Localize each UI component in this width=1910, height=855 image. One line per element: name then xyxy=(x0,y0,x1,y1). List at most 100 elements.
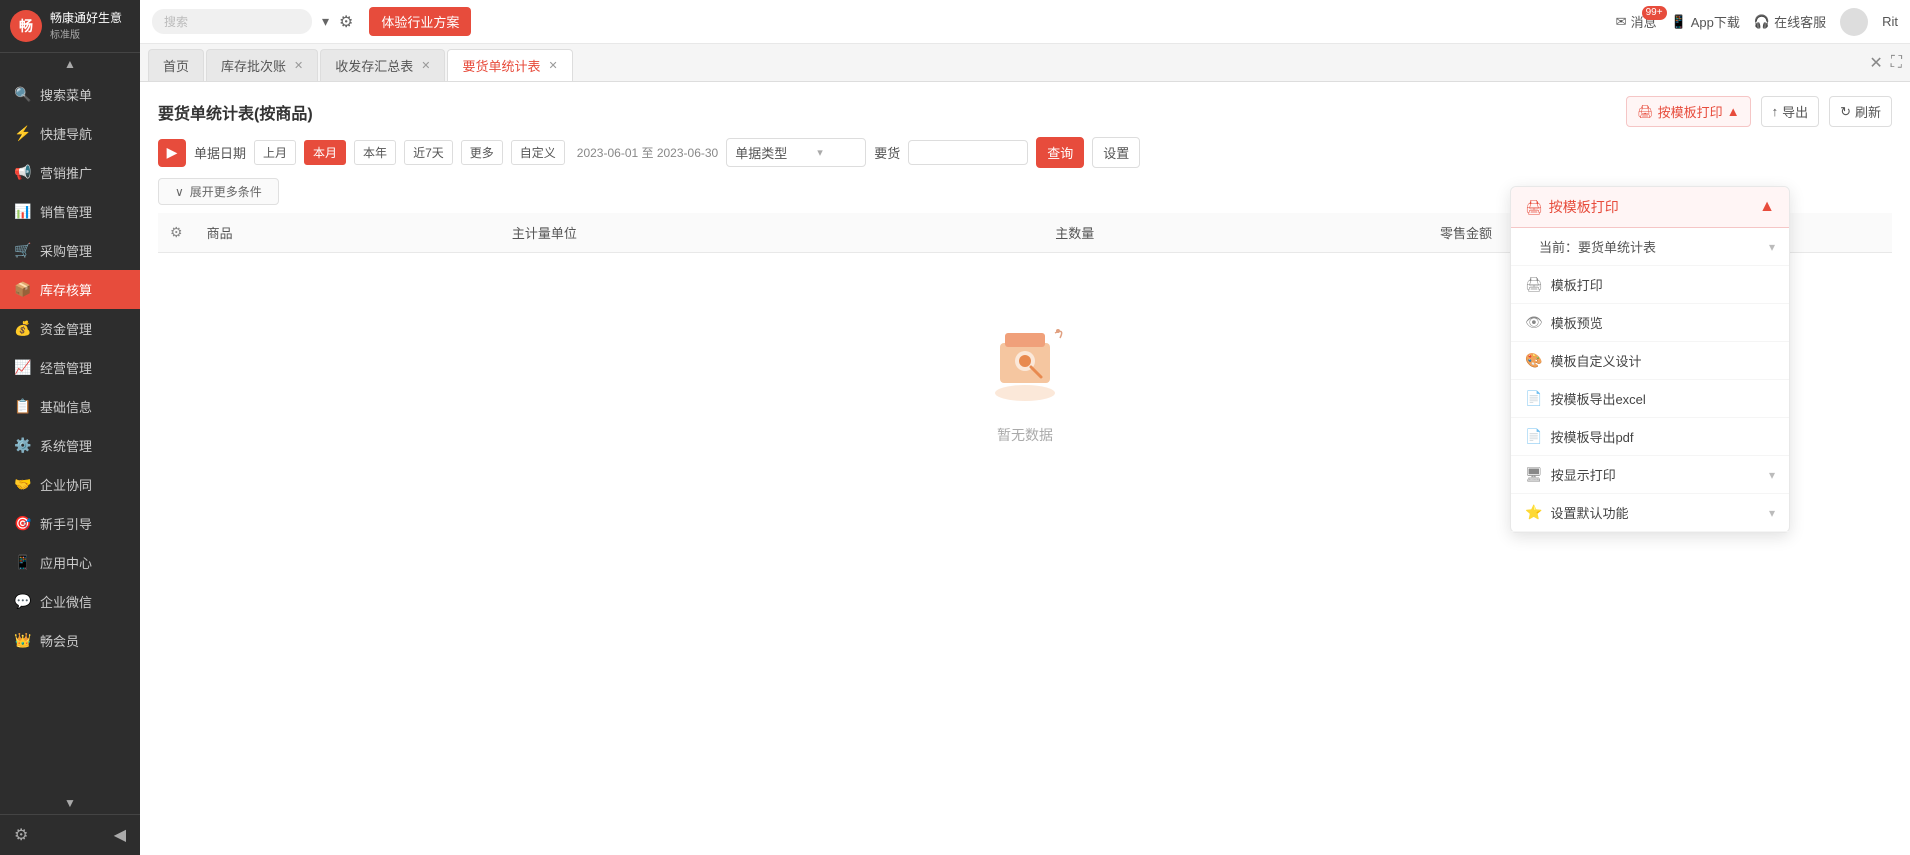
sidebar-item-operation[interactable]: 📈 经营管理 xyxy=(0,348,140,387)
date-more-btn[interactable]: 更多 xyxy=(461,140,503,165)
table-header-unit: 主计量单位 xyxy=(500,213,1043,253)
sidebar-item-search[interactable]: 🔍 搜索菜单 xyxy=(0,75,140,114)
tab-close-requisition-stats[interactable]: ✕ xyxy=(549,59,558,72)
topbar-gear-icon[interactable]: ⚙ xyxy=(339,12,353,32)
tab-inventory-batch[interactable]: 库存批次账 ✕ xyxy=(206,49,318,81)
bill-type-select[interactable]: 单据类型 ▾ xyxy=(726,138,866,167)
table-settings-icon[interactable]: ⚙ xyxy=(170,224,183,240)
dropdown-item-set-default[interactable]: ⭐ 设置默认功能 ▾ xyxy=(1511,494,1789,532)
expand-more-bar[interactable]: ∨ 展开更多条件 xyxy=(158,178,279,205)
tab-requisition-stats[interactable]: 要货单统计表 ✕ xyxy=(447,49,572,81)
guide-icon: 🎯 xyxy=(14,515,32,532)
sidebar-item-guide[interactable]: 🎯 新手引导 xyxy=(0,504,140,543)
operation-icon: 📈 xyxy=(14,359,32,376)
date-current-year-btn[interactable]: 本年 xyxy=(354,140,396,165)
sidebar-item-marketing[interactable]: 📢 营销推广 xyxy=(0,153,140,192)
page-actions: 🖨 按模板打印 ▲ ↑ 导出 ↻ 刷新 xyxy=(1626,96,1892,127)
messages-badge: 99+ xyxy=(1642,6,1667,20)
dropdown-item-template-design[interactable]: 🎨 模板自定义设计 xyxy=(1511,342,1789,380)
main-area: 搜索 ▾ ⚙ 体验行业方案 ✉ 消息 99+ 📱 App下载 🎧 在线客服 Ri… xyxy=(140,0,1910,855)
trial-button[interactable]: 体验行业方案 xyxy=(369,7,471,36)
sidebar-nav: 🔍 搜索菜单 ⚡ 快捷导航 📢 营销推广 📊 销售管理 🛒 采购管理 📦 库存核… xyxy=(0,75,140,792)
tab-close-inventory-batch[interactable]: ✕ xyxy=(294,59,303,72)
template-print-button[interactable]: 🖨 按模板打印 ▲ xyxy=(1626,96,1750,127)
tab-close-all-icon[interactable]: ✕ xyxy=(1869,53,1882,73)
sidebar-item-system[interactable]: ⚙️ 系统管理 xyxy=(0,426,140,465)
set-default-item-left: ⭐ 设置默认功能 xyxy=(1525,503,1628,522)
user-avatar[interactable] xyxy=(1840,8,1868,36)
cooperation-icon: 🤝 xyxy=(14,476,32,493)
refresh-button[interactable]: ↻ 刷新 xyxy=(1829,96,1892,127)
logo-text-block: 畅康通好生意 标准版 xyxy=(50,11,122,42)
dropdown-item-template-preview[interactable]: 👁 模板预览 xyxy=(1511,304,1789,342)
current-arrow-icon: ▾ xyxy=(1769,240,1775,254)
topbar-dropdown-arrow[interactable]: ▾ xyxy=(322,13,329,30)
filter-expand-button[interactable]: ▶ xyxy=(158,139,186,167)
sidebar-logo: 畅 畅康通好生意 标准版 xyxy=(0,0,140,53)
sidebar-item-basic[interactable]: 📋 基础信息 xyxy=(0,387,140,426)
export-button[interactable]: ↑ 导出 xyxy=(1761,96,1820,127)
dropdown-close-icon[interactable]: ▲ xyxy=(1759,198,1775,216)
template-export-excel-item-left: 📄 按模板导出excel xyxy=(1525,389,1646,408)
app-download-icon: 📱 xyxy=(1671,14,1687,30)
tab-close-receivables[interactable]: ✕ xyxy=(421,59,430,72)
sidebar-item-purchase[interactable]: 🛒 采购管理 xyxy=(0,231,140,270)
sidebar-item-wechat[interactable]: 💬 企业微信 xyxy=(0,582,140,621)
sidebar-item-quick-nav[interactable]: ⚡ 快捷导航 xyxy=(0,114,140,153)
display-print-arrow-icon: ▾ xyxy=(1769,468,1775,482)
chevron-up-icon: ▲ xyxy=(1727,104,1740,119)
sidebar-bottom: ⚙ ◀ xyxy=(0,814,140,855)
dropdown-item-display-print[interactable]: 🖥 按显示打印 ▾ xyxy=(1511,456,1789,494)
date-last7days-btn[interactable]: 近7天 xyxy=(404,140,453,165)
settings-button[interactable]: 设置 xyxy=(1092,137,1140,168)
sales-icon: 📊 xyxy=(14,203,32,220)
dropdown-header: 🖨 按模板打印 ▲ xyxy=(1511,187,1789,228)
goods-filter-input[interactable] xyxy=(908,140,1028,165)
template-print-item-icon: 🖨 xyxy=(1525,276,1543,293)
logo-icon: 畅 xyxy=(10,10,42,42)
topbar-search-box: 搜索 xyxy=(152,9,312,34)
sidebar-collapse-icon[interactable]: ◀ xyxy=(114,825,126,845)
date-current-month-btn[interactable]: 本月 xyxy=(304,140,346,165)
dropdown-item-current[interactable]: 当前：要货单统计表 ▾ xyxy=(1511,228,1789,266)
finance-icon: 💰 xyxy=(14,320,32,337)
sidebar-item-finance[interactable]: 💰 资金管理 xyxy=(0,309,140,348)
template-preview-icon: 👁 xyxy=(1525,314,1543,331)
appstore-icon: 📱 xyxy=(14,554,32,571)
template-print-item-left: 🖨 模板打印 xyxy=(1525,275,1603,294)
sidebar-item-cooperation[interactable]: 🤝 企业协同 xyxy=(0,465,140,504)
system-icon: ⚙️ xyxy=(14,437,32,454)
sidebar-item-appstore[interactable]: 📱 应用中心 xyxy=(0,543,140,582)
online-service-button[interactable]: 🎧 在线客服 xyxy=(1754,12,1826,31)
template-print-dropdown: 🖨 按模板打印 ▲ 当前：要货单统计表 ▾ 🖨 模板打印 👁 模板预览 xyxy=(1510,186,1790,533)
inventory-icon: 📦 xyxy=(14,281,32,298)
quick-nav-icon: ⚡ xyxy=(14,125,32,142)
export-icon: ↑ xyxy=(1772,104,1779,119)
date-prev-month-btn[interactable]: 上月 xyxy=(254,140,296,165)
sidebar-item-inventory[interactable]: 📦 库存核算 xyxy=(0,270,140,309)
template-export-excel-icon: 📄 xyxy=(1525,390,1542,407)
tab-receivables[interactable]: 收发存汇总表 ✕ xyxy=(320,49,445,81)
table-header-quantity: 主数量 xyxy=(1043,213,1428,253)
date-custom-btn[interactable]: 自定义 xyxy=(511,140,565,165)
query-button[interactable]: 查询 xyxy=(1036,137,1084,168)
app-download-button[interactable]: 📱 App下载 xyxy=(1671,12,1740,31)
sidebar-item-sales[interactable]: 📊 销售管理 xyxy=(0,192,140,231)
username-label: Rit xyxy=(1882,14,1898,29)
tab-home[interactable]: 首页 xyxy=(148,49,204,81)
page-content: 要货单统计表(按商品) 🖨 按模板打印 ▲ ↑ 导出 ↻ 刷新 ▶ xyxy=(140,82,1910,855)
online-service-icon: 🎧 xyxy=(1754,14,1770,30)
tab-fullscreen-icon[interactable]: ⛶ xyxy=(1891,54,1902,72)
template-design-icon: 🎨 xyxy=(1525,352,1542,369)
sidebar-scroll-down[interactable]: ▼ xyxy=(0,792,140,814)
sidebar-settings-icon[interactable]: ⚙ xyxy=(14,825,28,845)
bill-type-arrow-icon: ▾ xyxy=(817,146,823,159)
dropdown-item-template-export-excel[interactable]: 📄 按模板导出excel xyxy=(1511,380,1789,418)
messages-button[interactable]: ✉ 消息 99+ xyxy=(1616,12,1657,31)
table-header-goods: 商品 xyxy=(195,213,500,253)
sidebar-item-member[interactable]: 👑 畅会员 xyxy=(0,621,140,660)
dropdown-item-template-print[interactable]: 🖨 模板打印 xyxy=(1511,266,1789,304)
table-header-settings[interactable]: ⚙ xyxy=(158,213,195,253)
dropdown-item-template-export-pdf[interactable]: 📄 按模板导出pdf xyxy=(1511,418,1789,456)
sidebar-scroll-up[interactable]: ▲ xyxy=(0,53,140,75)
